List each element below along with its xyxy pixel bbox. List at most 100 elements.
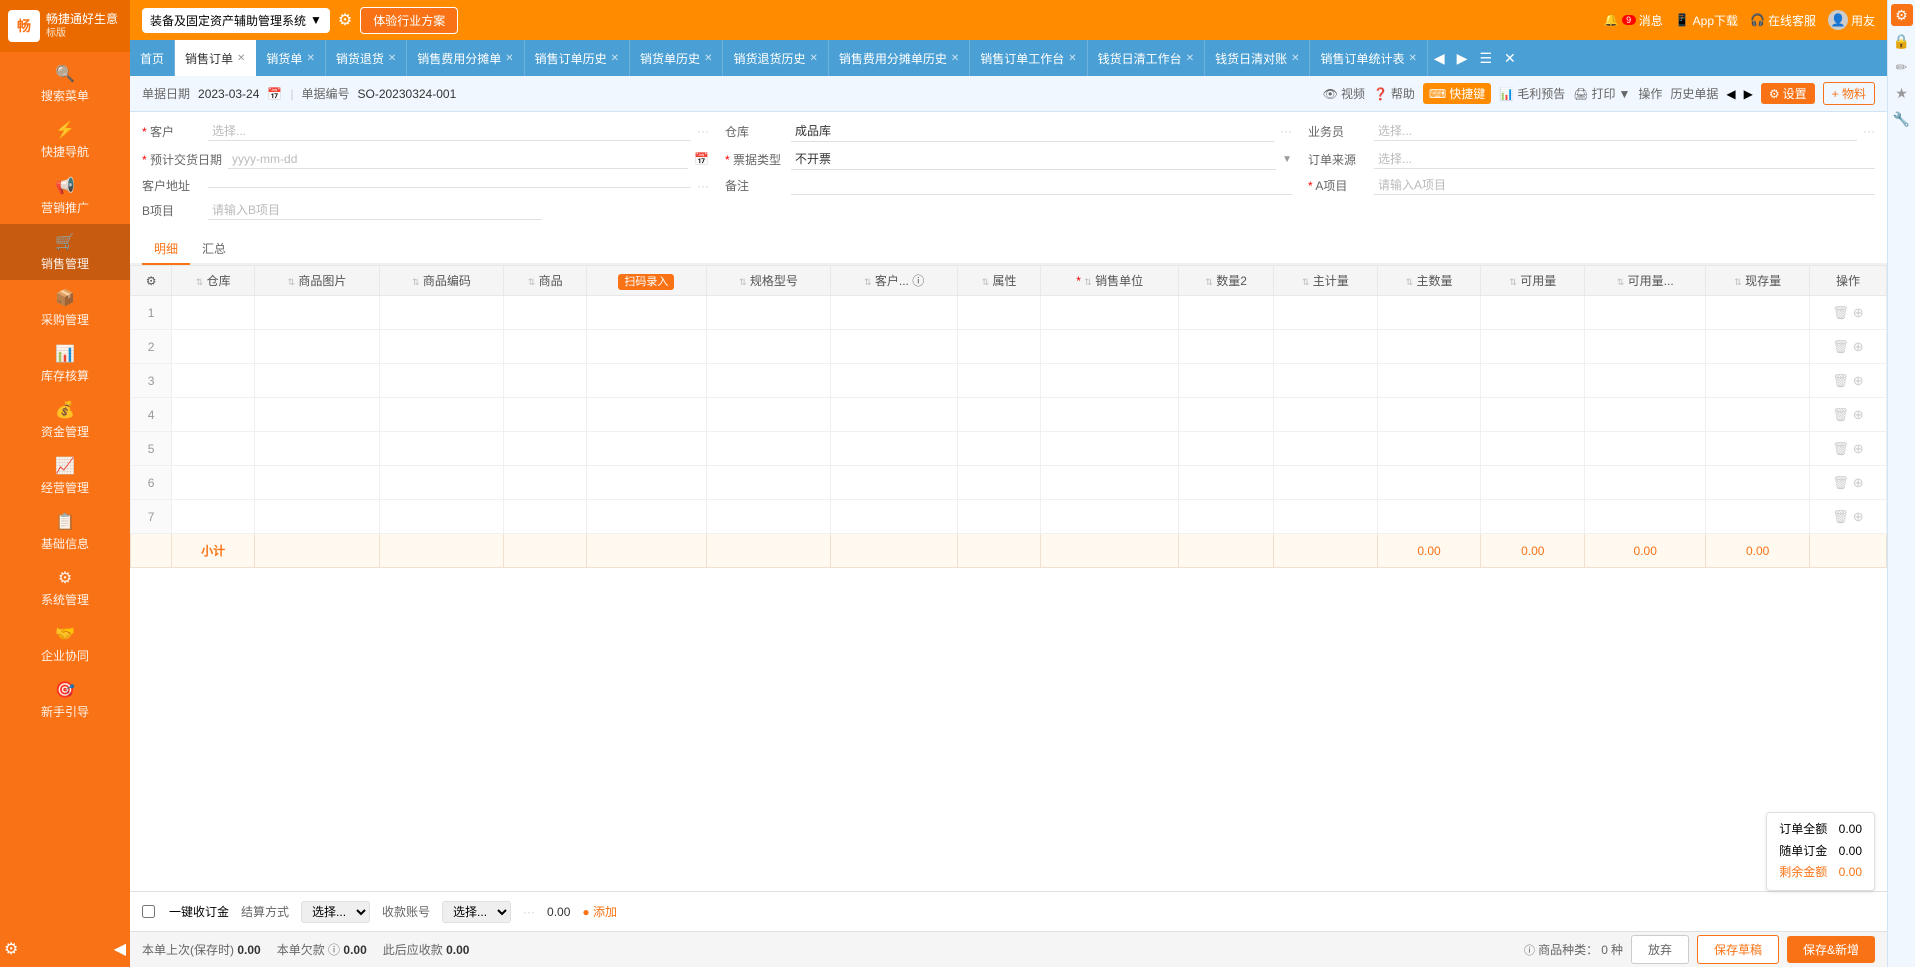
sidebar-item-search[interactable]: 🔍 搜索菜单 bbox=[0, 56, 130, 112]
sidebar-item-guide[interactable]: 🎯 新手引导 bbox=[0, 672, 130, 728]
sidebar-item-marketing[interactable]: 📢 营销推广 bbox=[0, 168, 130, 224]
sidebar-collapse-icon[interactable]: ◀ bbox=[114, 939, 126, 959]
tab-sales-order-hist[interactable]: 销售订单历史 ✕ bbox=[525, 40, 630, 76]
delete-row-icon[interactable]: 🗑 bbox=[1832, 305, 1849, 321]
sidebar-item-inventory[interactable]: 📊 库存核算 bbox=[0, 336, 130, 392]
tab-daily-reconcile[interactable]: 钱货日清对账 ✕ bbox=[1205, 40, 1310, 76]
tab-close-all-btn[interactable]: ✕ bbox=[1498, 50, 1522, 67]
staff-dots-icon[interactable]: ··· bbox=[1863, 124, 1875, 138]
calendar-icon[interactable]: 📅 bbox=[267, 87, 282, 101]
notification-item[interactable]: 🔔 9 消息 bbox=[1604, 12, 1663, 29]
col-available-header[interactable]: ⇅ 可用量 bbox=[1481, 266, 1585, 296]
date-value[interactable]: 2023-03-24 bbox=[198, 87, 259, 101]
copy-row-icon[interactable]: ⊕ bbox=[1853, 509, 1864, 525]
tab-close-icon-5[interactable]: ✕ bbox=[611, 53, 619, 64]
delivery-calendar-icon[interactable]: 📅 bbox=[694, 152, 709, 166]
tab-summary[interactable]: 汇总 bbox=[190, 234, 238, 265]
delete-row-icon[interactable]: 🗑 bbox=[1832, 475, 1849, 491]
table-container[interactable]: ⚙ ⇅ 仓库 ⇅ 商品图片 ⇅ 商品编码 ⇅ 商品 扫码录入 ⇅ 规格型号 ⇅ … bbox=[130, 265, 1887, 891]
col-settings-header[interactable]: ⚙ bbox=[131, 266, 172, 296]
one-click-checkbox[interactable] bbox=[142, 905, 155, 918]
right-lock-icon[interactable]: 🔒 bbox=[1891, 30, 1913, 52]
col-spec-header[interactable]: ⇅ 规格型号 bbox=[706, 266, 831, 296]
tab-sales-return-hist[interactable]: 销货退货历史 ✕ bbox=[723, 40, 828, 76]
tab-close-icon-3[interactable]: ✕ bbox=[388, 53, 396, 64]
invoice-dropdown-icon[interactable]: ▼ bbox=[1282, 154, 1292, 165]
tab-close-icon-6[interactable]: ✕ bbox=[704, 53, 712, 64]
col-product-header[interactable]: ⇅ 商品 bbox=[504, 266, 587, 296]
order-source-input[interactable] bbox=[1374, 150, 1875, 169]
delete-row-icon[interactable]: 🗑 bbox=[1832, 509, 1849, 525]
customer-dots-icon[interactable]: ··· bbox=[697, 124, 709, 138]
customer-input[interactable] bbox=[208, 122, 691, 141]
right-star-icon[interactable]: ★ bbox=[1891, 82, 1913, 104]
col-sku-header[interactable]: ⇅ 商品编码 bbox=[379, 266, 504, 296]
tab-close-icon-9[interactable]: ✕ bbox=[1068, 53, 1076, 64]
tab-daily-workbench[interactable]: 钱货日清工作台 ✕ bbox=[1088, 40, 1205, 76]
shortcut-btn[interactable]: ⌨ 快捷键 bbox=[1423, 83, 1491, 104]
history-btn[interactable]: 历史单据 bbox=[1670, 85, 1718, 102]
tab-sales-order-workbench[interactable]: 销售订单工作台 ✕ bbox=[970, 40, 1087, 76]
operation-btn[interactable]: 操作 bbox=[1638, 85, 1662, 102]
payment-select[interactable]: 选择... bbox=[301, 901, 370, 923]
notes-input[interactable] bbox=[791, 176, 1292, 195]
tab-prev-btn[interactable]: ◀ bbox=[1428, 50, 1451, 67]
copy-row-icon[interactable]: ⊕ bbox=[1853, 373, 1864, 389]
copy-row-icon[interactable]: ⊕ bbox=[1853, 475, 1864, 491]
tab-close-icon-8[interactable]: ✕ bbox=[951, 53, 959, 64]
col-warehouse-header[interactable]: ⇅ 仓库 bbox=[172, 266, 255, 296]
col-main-unit-header[interactable]: ⇅ 主计量 bbox=[1273, 266, 1377, 296]
tab-close-icon-10[interactable]: ✕ bbox=[1186, 53, 1194, 64]
app-download-item[interactable]: 📱 App下载 bbox=[1675, 12, 1738, 29]
user-item[interactable]: 👤 用友 bbox=[1828, 10, 1875, 30]
add-material-btn[interactable]: + 物料 bbox=[1823, 82, 1875, 105]
view-btn[interactable]: 👁 视频 bbox=[1323, 85, 1365, 102]
tab-close-icon-2[interactable]: ✕ bbox=[306, 53, 314, 64]
sidebar-settings-icon[interactable]: ⚙ bbox=[4, 939, 18, 959]
add-payment-btn[interactable]: ● 添加 bbox=[582, 903, 617, 920]
tab-sales-expense[interactable]: 销售费用分摊单 ✕ bbox=[407, 40, 524, 76]
a-project-input[interactable] bbox=[1374, 176, 1875, 195]
sidebar-item-navigation[interactable]: ⚡ 快捷导航 bbox=[0, 112, 130, 168]
sidebar-item-system[interactable]: ⚙ 系统管理 bbox=[0, 560, 130, 616]
copy-row-icon[interactable]: ⊕ bbox=[1853, 407, 1864, 423]
copy-row-icon[interactable]: ⊕ bbox=[1853, 339, 1864, 355]
sidebar-item-finance[interactable]: 💰 资金管理 bbox=[0, 392, 130, 448]
col-unit-header[interactable]: ⇅ 销售单位 bbox=[1041, 266, 1179, 296]
col-stock-header[interactable]: ⇅ 现存量 bbox=[1706, 266, 1810, 296]
copy-row-icon[interactable]: ⊕ bbox=[1853, 441, 1864, 457]
warehouse-dots-icon[interactable]: ··· bbox=[1280, 124, 1292, 138]
right-settings-icon[interactable]: ⚙ bbox=[1891, 4, 1913, 26]
col-attr-header[interactable]: ⇅ 属性 bbox=[958, 266, 1041, 296]
col-image-header[interactable]: ⇅ 商品图片 bbox=[255, 266, 380, 296]
copy-row-icon[interactable]: ⊕ bbox=[1853, 305, 1864, 321]
right-tool-icon[interactable]: 🔧 bbox=[1891, 108, 1913, 130]
online-service-item[interactable]: 🎧 在线客服 bbox=[1750, 12, 1816, 29]
tab-home[interactable]: 首页 bbox=[130, 40, 175, 76]
nav-right-icon[interactable]: ▶ bbox=[1744, 87, 1753, 101]
nav-left-icon[interactable]: ◀ bbox=[1726, 87, 1735, 101]
delete-row-icon[interactable]: 🗑 bbox=[1832, 407, 1849, 423]
sidebar-item-purchase[interactable]: 📦 采购管理 bbox=[0, 280, 130, 336]
header-settings-icon[interactable]: ⚙ bbox=[338, 10, 352, 30]
sidebar-item-management[interactable]: 📈 经营管理 bbox=[0, 448, 130, 504]
delivery-date-input[interactable] bbox=[228, 150, 688, 169]
bank-dots-icon[interactable]: ··· bbox=[523, 905, 535, 919]
app-selector[interactable]: 装备及固定资产辅助管理系统 ▼ bbox=[142, 8, 330, 33]
delete-row-icon[interactable]: 🗑 bbox=[1832, 441, 1849, 457]
b-project-input[interactable] bbox=[208, 201, 542, 220]
tab-detail[interactable]: 明细 bbox=[142, 234, 190, 265]
tab-close-icon[interactable]: ✕ bbox=[237, 53, 245, 64]
tab-sales-bill-hist[interactable]: 销货单历史 ✕ bbox=[630, 40, 723, 76]
industry-btn[interactable]: 体验行业方案 bbox=[360, 7, 458, 34]
help-btn[interactable]: ❓ 帮助 bbox=[1373, 85, 1415, 102]
discard-btn[interactable]: 放弃 bbox=[1631, 935, 1689, 964]
right-edit-icon[interactable]: ✏ bbox=[1891, 56, 1913, 78]
tab-close-icon-4[interactable]: ✕ bbox=[505, 53, 513, 64]
delete-row-icon[interactable]: 🗑 bbox=[1832, 339, 1849, 355]
tab-close-icon-11[interactable]: ✕ bbox=[1291, 53, 1299, 64]
tab-menu-btn[interactable]: ☰ bbox=[1473, 50, 1498, 67]
settings-float-btn[interactable]: ⚙ 设置 bbox=[1761, 83, 1815, 104]
delete-row-icon[interactable]: 🗑 bbox=[1832, 373, 1849, 389]
tab-sales-return[interactable]: 销货退货 ✕ bbox=[326, 40, 407, 76]
